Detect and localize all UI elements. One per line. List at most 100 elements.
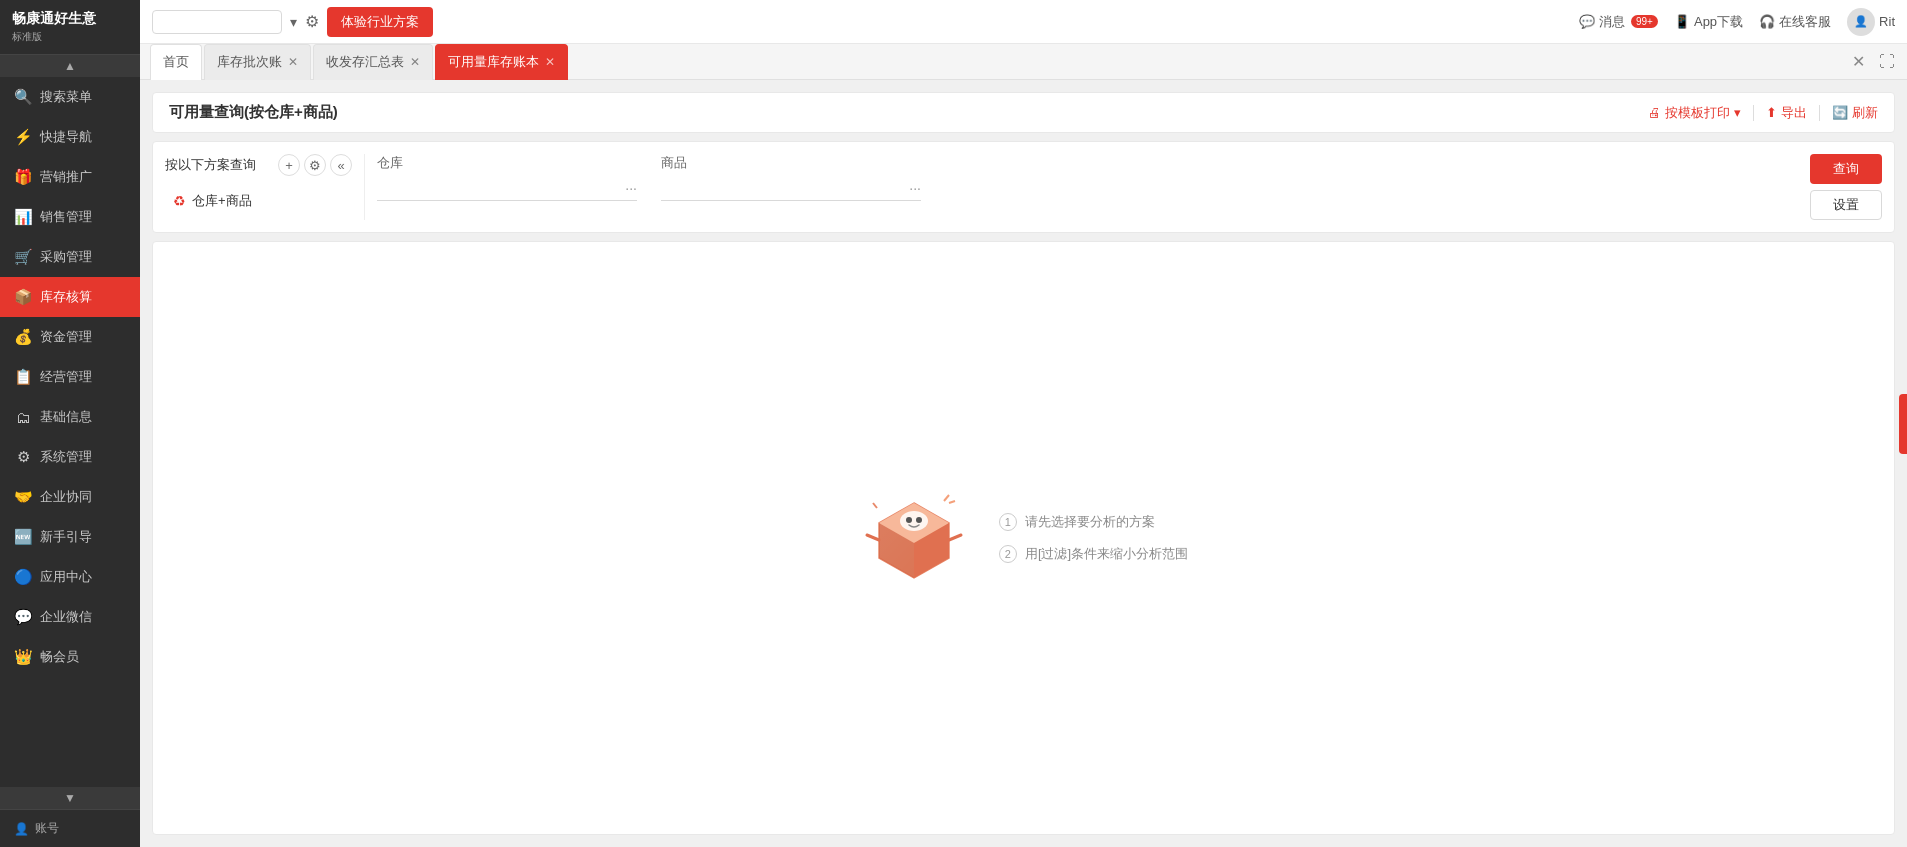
right-scroll-handle[interactable] (1899, 394, 1907, 454)
filter-product-label: 商品 (661, 154, 921, 172)
app-download-button[interactable]: 📱 App下载 (1674, 13, 1743, 31)
add-scheme-button[interactable]: + (278, 154, 300, 176)
sidebar-item-label-search: 搜索菜单 (40, 88, 92, 106)
tab-available[interactable]: 可用量库存账本✕ (435, 44, 568, 80)
sidebar-item-icon-shortcut: ⚡ (14, 128, 32, 146)
sidebar-item-wechat[interactable]: 💬企业微信 (0, 597, 140, 637)
svg-line-10 (867, 535, 879, 540)
tab-close-all-button[interactable]: ✕ (1848, 48, 1869, 75)
tab-close-receipts[interactable]: ✕ (410, 55, 420, 69)
sidebar-item-apps[interactable]: 🔵应用中心 (0, 557, 140, 597)
sidebar-item-system[interactable]: ⚙系统管理 (0, 437, 140, 477)
sidebar-item-icon-finance: 💰 (14, 328, 32, 346)
topbar-search-input[interactable] (152, 10, 282, 34)
scheme-header-title: 按以下方案查询 (165, 156, 256, 174)
svg-line-9 (873, 503, 877, 508)
print-label: 按模板打印 (1665, 104, 1730, 122)
filter-warehouse-input[interactable] (377, 181, 621, 196)
sidebar-item-label-member: 畅会员 (40, 648, 79, 666)
print-dropdown-icon[interactable]: ▾ (1734, 105, 1741, 120)
filter-warehouse-more-icon[interactable]: ··· (625, 180, 637, 196)
sidebar-item-marketing[interactable]: 🎁营销推广 (0, 157, 140, 197)
tab-close-batch[interactable]: ✕ (288, 55, 298, 69)
sidebar-item-shortcut[interactable]: ⚡ 快捷导航 (0, 117, 140, 157)
tab-close-available[interactable]: ✕ (545, 55, 555, 69)
topbar-dropdown-button[interactable]: ▾ (290, 14, 297, 30)
sidebar: 畅康通好生意 标准版 ▲ 🔍搜索菜单⚡快捷导航🎁营销推广📊销售管理🛒采购管理📦库… (0, 0, 140, 847)
tab-batch[interactable]: 库存批次账✕ (204, 44, 311, 80)
svg-line-7 (944, 495, 949, 501)
filter-warehouse-input-wrapper: ··· (377, 176, 637, 201)
sidebar-item-label-corp: 企业协同 (40, 488, 92, 506)
sidebar-scroll-down[interactable]: ▼ (0, 787, 140, 809)
avatar-icon: 👤 (1854, 15, 1868, 28)
demo-button[interactable]: 体验行业方案 (327, 7, 433, 37)
sidebar-item-inventory[interactable]: 📦库存核算 (0, 277, 140, 317)
collapse-scheme-button[interactable]: « (330, 154, 352, 176)
tab-label-receipts: 收发存汇总表 (326, 53, 404, 71)
sidebar-item-member[interactable]: 👑畅会员 (0, 637, 140, 677)
sidebar-item-icon-basic: 🗂 (14, 409, 32, 426)
refresh-button[interactable]: 🔄 刷新 (1832, 104, 1878, 122)
sidebar-item-purchase[interactable]: 🛒采购管理 (0, 237, 140, 277)
topbar-gear-icon[interactable]: ⚙ (305, 12, 319, 31)
query-scheme-panel: 按以下方案查询 + ⚙ « ♻ 仓库+商品 (165, 154, 365, 220)
query-filters: 仓库 ··· 商品 ··· 查询 设置 (377, 154, 1882, 220)
filter-product-more-icon[interactable]: ··· (909, 180, 921, 196)
sidebar-item-label-finance: 资金管理 (40, 328, 92, 346)
scheme-item-warehouse-product[interactable]: ♻ 仓库+商品 (165, 186, 352, 216)
query-settings-button[interactable]: 设置 (1810, 190, 1882, 220)
user-avatar-area[interactable]: 👤 Rit (1847, 8, 1895, 36)
tip-number: 1 (999, 513, 1017, 531)
sidebar-item-icon-sales: 📊 (14, 208, 32, 226)
sidebar-item-corp[interactable]: 🤝企业协同 (0, 477, 140, 517)
username-label: Rit (1879, 14, 1895, 29)
query-button[interactable]: 查询 (1810, 154, 1882, 184)
app-download-label: App下载 (1694, 13, 1743, 31)
sidebar-item-label-operation: 经营管理 (40, 368, 92, 386)
print-button[interactable]: 🖨 按模板打印 ▾ (1648, 104, 1741, 122)
headset-icon: 🎧 (1759, 14, 1775, 29)
settings-scheme-button[interactable]: ⚙ (304, 154, 326, 176)
tab-label-home: 首页 (163, 53, 189, 71)
sidebar-item-icon-marketing: 🎁 (14, 168, 32, 186)
filter-product: 商品 ··· (661, 154, 921, 201)
sidebar-scroll-up[interactable]: ▲ (0, 55, 140, 77)
sidebar-item-label-shortcut: 快捷导航 (40, 128, 92, 146)
sidebar-item-finance[interactable]: 💰 资金管理 (0, 317, 140, 357)
tab-fullscreen-button[interactable]: ⛶ (1875, 49, 1899, 75)
content-area: 可用量查询(按仓库+商品) 🖨 按模板打印 ▾ ⬆ 导出 🔄 刷新 (140, 80, 1907, 847)
filter-product-input-wrapper: ··· (661, 176, 921, 201)
sidebar-item-icon-newbie: 🆕 (14, 528, 32, 546)
sidebar-item-label-apps: 应用中心 (40, 568, 92, 586)
sidebar-item-operation[interactable]: 📋 经营管理 (0, 357, 140, 397)
sidebar-item-sales[interactable]: 📊销售管理 (0, 197, 140, 237)
messages-button[interactable]: 💬 消息 99+ (1579, 13, 1658, 31)
sidebar-item-label-inventory: 库存核算 (40, 288, 92, 306)
message-icon: 💬 (1579, 14, 1595, 29)
customer-service-button[interactable]: 🎧 在线客服 (1759, 13, 1831, 31)
sidebar-item-icon-operation: 📋 (14, 368, 32, 386)
tab-home[interactable]: 首页 (150, 44, 202, 80)
app-title: 畅康通好生意 (12, 10, 128, 28)
sidebar-item-basic[interactable]: 🗂基础信息 (0, 397, 140, 437)
phone-icon: 📱 (1674, 14, 1690, 29)
sidebar-item-newbie[interactable]: 🆕新手引导 (0, 517, 140, 557)
export-button[interactable]: ⬆ 导出 (1766, 104, 1807, 122)
tab-receipts[interactable]: 收发存汇总表 ✕ (313, 44, 433, 80)
tip-text: 请先选择要分析的方案 (1025, 513, 1155, 531)
page-header-actions: 🖨 按模板打印 ▾ ⬆ 导出 🔄 刷新 (1648, 104, 1878, 122)
sidebar-bottom: 👤 账号 (0, 809, 140, 847)
query-action-column: 查询 设置 (1810, 154, 1882, 220)
message-label: 消息 (1599, 13, 1625, 31)
sidebar-item-search[interactable]: 🔍 搜索菜单 (0, 77, 140, 117)
filter-product-input[interactable] (661, 181, 905, 196)
refresh-label: 刷新 (1852, 104, 1878, 122)
svg-point-4 (900, 511, 928, 531)
sidebar-item-icon-system: ⚙ (14, 448, 32, 466)
empty-illustration (859, 483, 969, 593)
sidebar-nav: 🔍 搜索菜单 ⚡ 快捷导航 🎁营销推广📊销售管理🛒采购管理📦库存核算 💰 资金管理 📋 经营管理… (0, 77, 140, 787)
sidebar-item-icon-search: 🔍 (14, 88, 32, 106)
filter-warehouse: 仓库 ··· (377, 154, 637, 201)
scheme-item-label: 仓库+商品 (192, 192, 252, 210)
